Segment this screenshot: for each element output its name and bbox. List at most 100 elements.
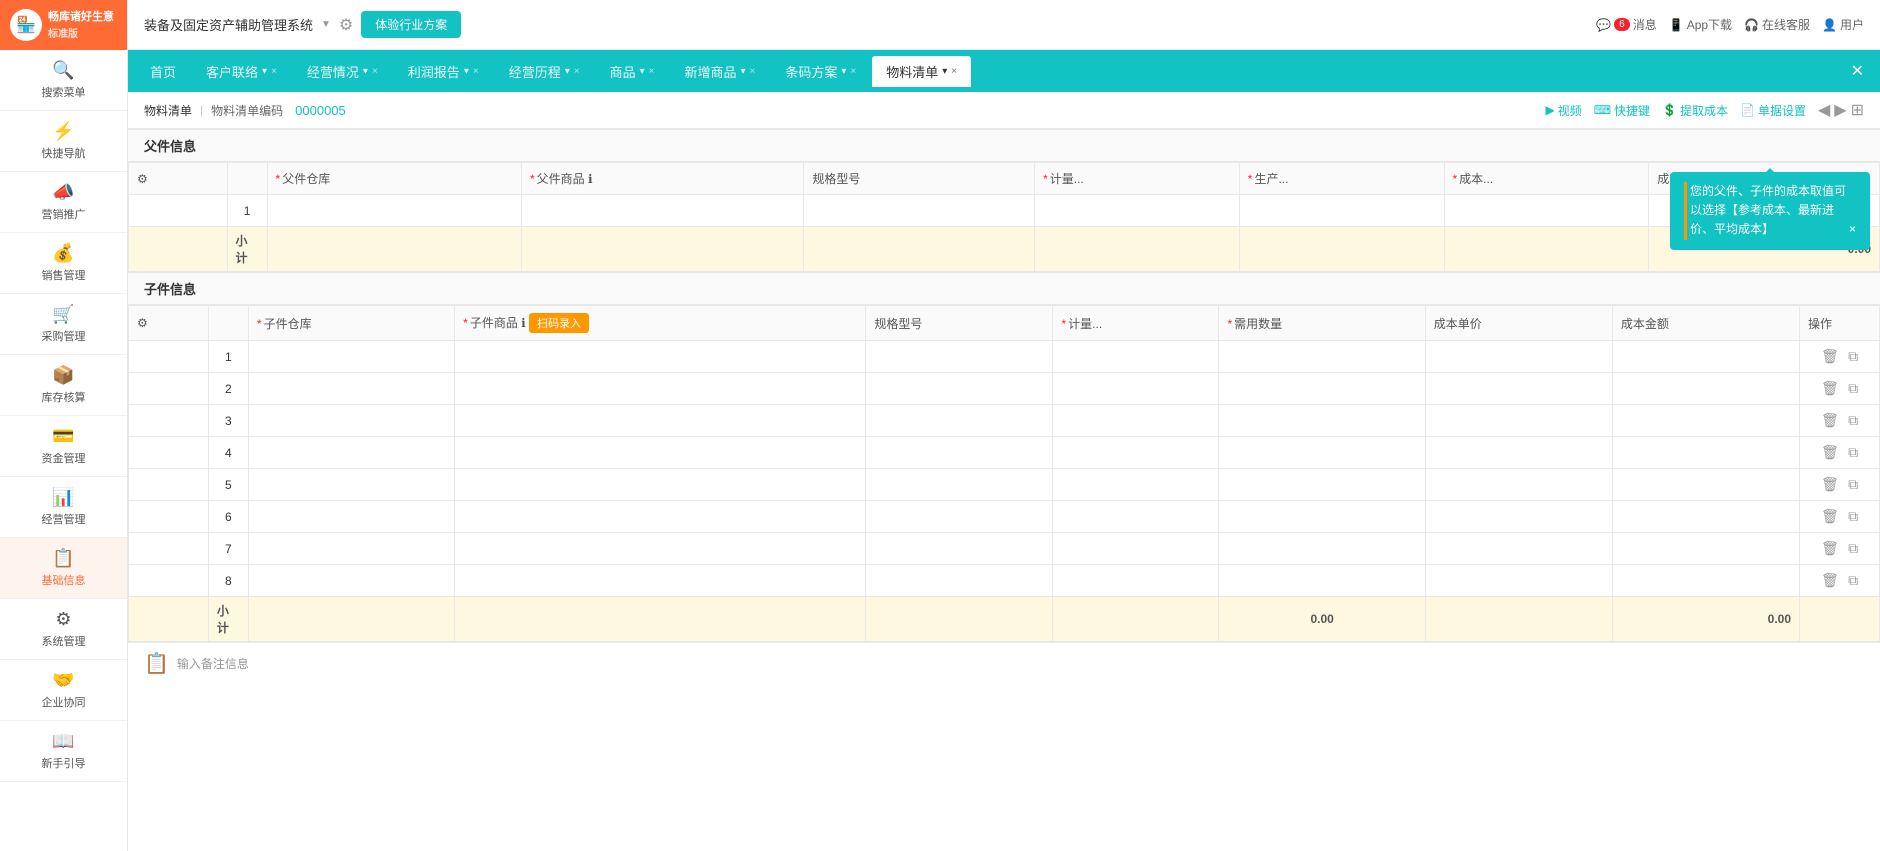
child-row-qty[interactable] (1219, 565, 1425, 597)
shortcut-action[interactable]: ⌨ 快捷键 (1594, 102, 1650, 119)
delete-icon[interactable]: 🗑 (1821, 380, 1839, 396)
nav-tab-客户联络[interactable]: 客户联络 ▾ × (192, 56, 291, 87)
settings-icon[interactable]: ⚙ (339, 15, 353, 35)
grid-icon[interactable]: ⊞ (1851, 100, 1864, 120)
tab-close[interactable]: × (372, 66, 378, 77)
child-row-unit-cost[interactable] (1425, 469, 1612, 501)
sidebar-item-采购管理[interactable]: 🛒采购管理 (0, 294, 127, 355)
child-row-warehouse[interactable] (248, 373, 454, 405)
tooltip-close[interactable]: × (1849, 220, 1856, 239)
copy-icon[interactable]: ⧉ (1848, 476, 1858, 492)
tab-close[interactable]: × (271, 66, 277, 77)
parent-row-spec[interactable] (804, 195, 1035, 227)
nav-tab-首页[interactable]: 首页 (136, 56, 190, 87)
view-action[interactable]: ▶ 视频 (1545, 102, 1581, 119)
child-row-unit-cost[interactable] (1425, 533, 1612, 565)
child-row-product[interactable] (455, 469, 866, 501)
copy-icon[interactable]: ⧉ (1848, 572, 1858, 588)
child-row-qty[interactable] (1219, 437, 1425, 469)
child-row-spec[interactable] (866, 437, 1053, 469)
tab-close[interactable]: × (473, 66, 479, 77)
child-row-warehouse[interactable] (248, 565, 454, 597)
prev-icon[interactable]: ◀ (1818, 100, 1830, 120)
sidebar-item-销售管理[interactable]: 💰销售管理 (0, 233, 127, 294)
child-row-unit-cost[interactable] (1425, 373, 1612, 405)
child-row-qty[interactable] (1219, 405, 1425, 437)
child-row-warehouse[interactable] (248, 437, 454, 469)
nav-tab-经营情况[interactable]: 经营情况 ▾ × (293, 56, 392, 87)
note-text[interactable]: 输入备注信息 (177, 655, 249, 672)
delete-icon[interactable]: 🗑 (1821, 508, 1839, 524)
child-row-product[interactable] (455, 533, 866, 565)
delete-icon[interactable]: 🗑 (1821, 444, 1839, 460)
sidebar-item-基础信息[interactable]: 📋基础信息 (0, 538, 127, 599)
child-row-unit-cost[interactable] (1425, 341, 1612, 373)
parent-row-unit[interactable] (1035, 195, 1240, 227)
sidebar-item-经营管理[interactable]: 📊经营管理 (0, 477, 127, 538)
tab-close[interactable]: × (850, 66, 856, 77)
child-row-unit-cost[interactable] (1425, 437, 1612, 469)
sidebar-item-企业协同[interactable]: 🤝企业协同 (0, 660, 127, 721)
child-row-product[interactable] (455, 341, 866, 373)
copy-icon[interactable]: ⧉ (1848, 412, 1858, 428)
user-item[interactable]: 👤 用户 (1822, 16, 1864, 33)
child-row-spec[interactable] (866, 565, 1053, 597)
child-row-unit-cost[interactable] (1425, 501, 1612, 533)
child-row-qty[interactable] (1219, 469, 1425, 501)
extract-cost-action[interactable]: 💲 提取成本 (1662, 102, 1728, 119)
child-row-qty[interactable] (1219, 533, 1425, 565)
parent-row-product[interactable] (521, 195, 803, 227)
nav-tab-条码方案[interactable]: 条码方案 ▾ × (771, 56, 870, 87)
child-row-spec[interactable] (866, 469, 1053, 501)
child-row-qty[interactable] (1219, 373, 1425, 405)
experience-btn[interactable]: 体验行业方案 (361, 11, 461, 38)
single-setting-action[interactable]: 📄 单据设置 (1740, 102, 1806, 119)
child-row-product[interactable] (455, 501, 866, 533)
nav-tab-利润报告[interactable]: 利润报告 ▾ × (394, 56, 493, 87)
child-row-unit-cost[interactable] (1425, 565, 1612, 597)
next-icon[interactable]: ▶ (1834, 100, 1846, 120)
child-row-qty[interactable] (1219, 341, 1425, 373)
sidebar-item-库存核算[interactable]: 📦库存核算 (0, 355, 127, 416)
online-service-item[interactable]: 🎧 在线客服 (1744, 16, 1810, 33)
nav-close-btn[interactable]: ✕ (1843, 61, 1872, 81)
child-row-warehouse[interactable] (248, 533, 454, 565)
app-download-item[interactable]: 📱 App下载 (1669, 16, 1732, 33)
parent-row-warehouse[interactable] (267, 195, 521, 227)
sub-breadcrumb-1[interactable]: 物料清单 (144, 102, 192, 119)
copy-icon[interactable]: ⧉ (1848, 380, 1858, 396)
sidebar-item-快捷导航[interactable]: ⚡快捷导航 (0, 111, 127, 172)
child-row-warehouse[interactable] (248, 469, 454, 501)
child-row-spec[interactable] (866, 405, 1053, 437)
nav-tab-商品[interactable]: 商品 ▾ × (596, 56, 669, 87)
system-title-arrow[interactable]: ▼ (321, 19, 331, 30)
delete-icon[interactable]: 🗑 (1821, 540, 1839, 556)
sidebar-item-新手引导[interactable]: 📖新手引导 (0, 721, 127, 782)
child-row-product[interactable] (455, 437, 866, 469)
copy-icon[interactable]: ⧉ (1848, 348, 1858, 364)
child-row-spec[interactable] (866, 373, 1053, 405)
sidebar-item-系统管理[interactable]: ⚙系统管理 (0, 599, 127, 660)
child-row-unit[interactable] (1053, 501, 1219, 533)
msg-item[interactable]: 💬 6 消息 (1596, 16, 1657, 33)
child-row-unit[interactable] (1053, 469, 1219, 501)
child-row-warehouse[interactable] (248, 341, 454, 373)
child-col-settings[interactable]: ⚙ (129, 306, 209, 341)
copy-icon[interactable]: ⧉ (1848, 508, 1858, 524)
parent-row-producer[interactable] (1239, 195, 1444, 227)
nav-tab-物料清单[interactable]: 物料清单 ▾ × (872, 56, 971, 87)
child-row-spec[interactable] (866, 341, 1053, 373)
delete-icon[interactable]: 🗑 (1821, 476, 1839, 492)
child-row-qty[interactable] (1219, 501, 1425, 533)
child-row-unit[interactable] (1053, 533, 1219, 565)
tab-close[interactable]: × (574, 66, 580, 77)
nav-tab-经营历程[interactable]: 经营历程 ▾ × (495, 56, 594, 87)
sidebar-item-营销推广[interactable]: 📣营销推广 (0, 172, 127, 233)
child-row-unit[interactable] (1053, 341, 1219, 373)
tab-close[interactable]: × (649, 66, 655, 77)
child-row-spec[interactable] (866, 501, 1053, 533)
child-row-unit-cost[interactable] (1425, 405, 1612, 437)
sidebar-item-资金管理[interactable]: 💳资金管理 (0, 416, 127, 477)
delete-icon[interactable]: 🗑 (1821, 348, 1839, 364)
sidebar-item-搜索菜单[interactable]: 🔍搜索菜单 (0, 50, 127, 111)
